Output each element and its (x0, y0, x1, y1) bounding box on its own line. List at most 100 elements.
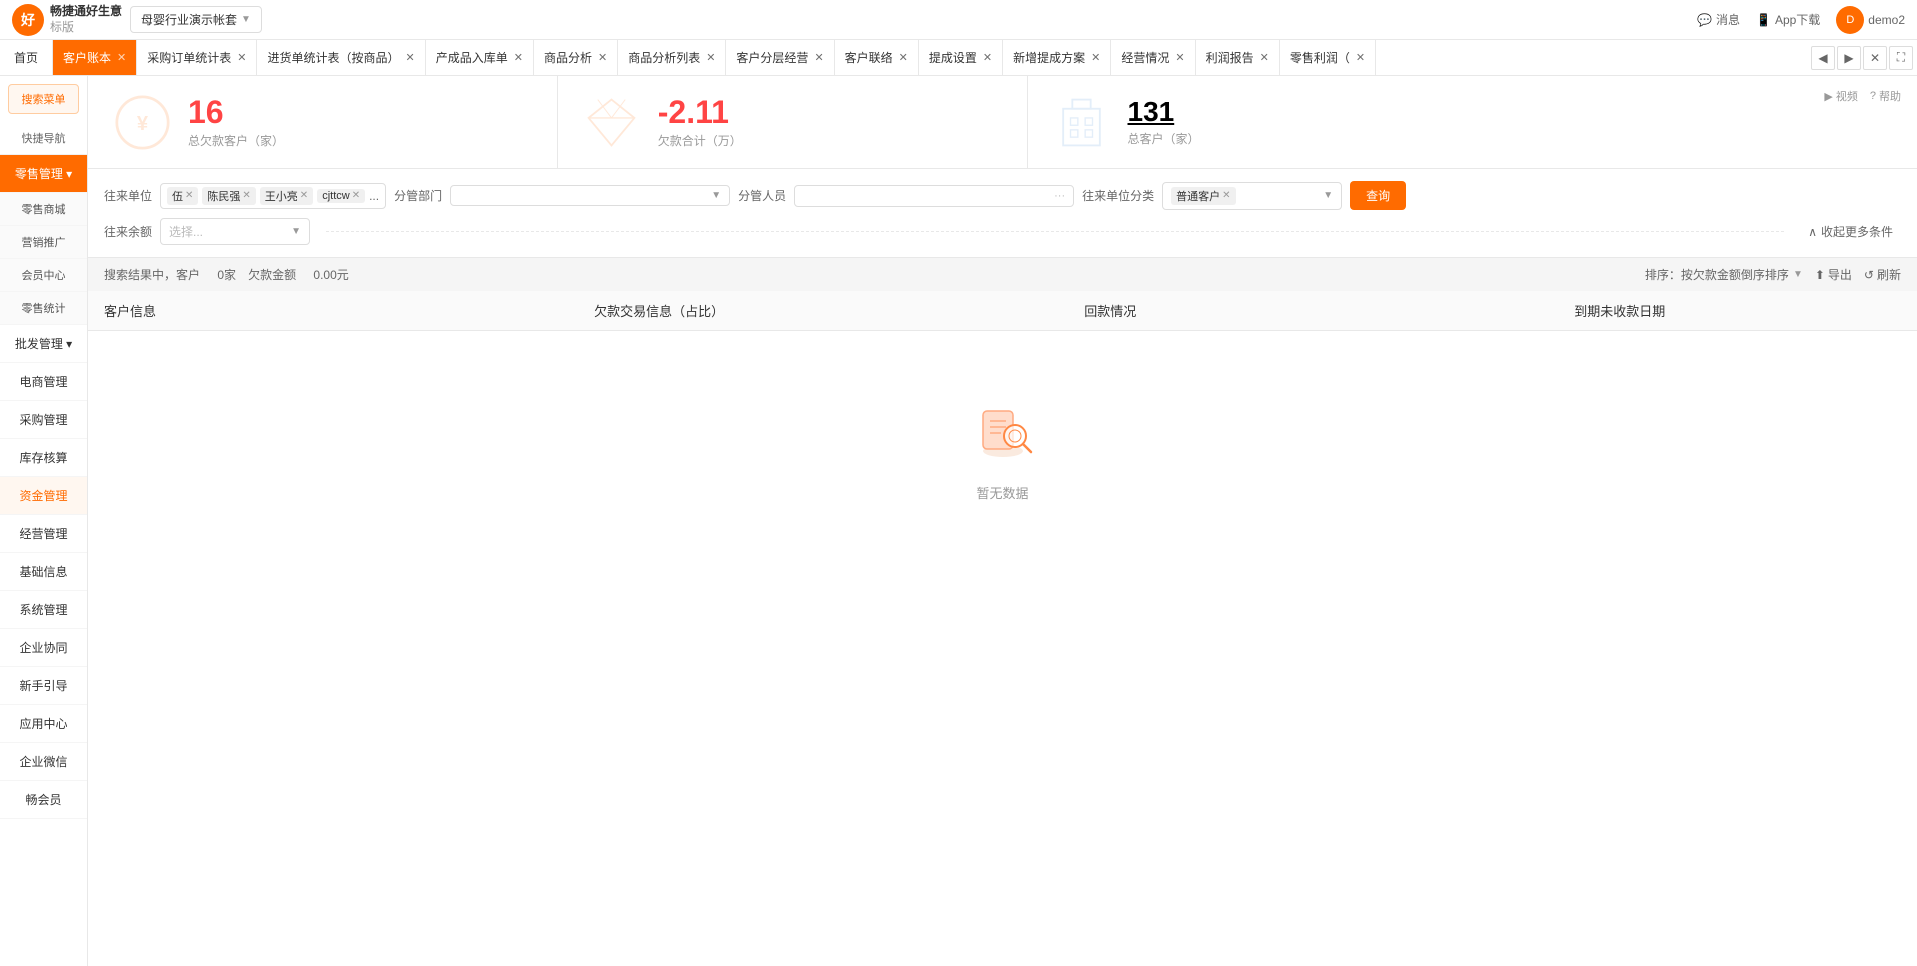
collapse-icon: ∧ (1808, 225, 1817, 239)
close-icon[interactable]: ✕ (1356, 51, 1365, 64)
stat-values-total: 131 总客户（家） (1128, 98, 1200, 147)
sort-select[interactable]: 排序：按欠款金额倒序排序 ▼ (1645, 266, 1803, 283)
unit-tags-input[interactable]: 伍 ✕ 陈民强 ✕ 王小亮 ✕ cjttcw ✕ ... (160, 183, 386, 209)
tab-customer-book[interactable]: 客户账本 ✕ (53, 40, 137, 76)
sidebar-item-app-center[interactable]: 应用中心 (0, 705, 87, 743)
sidebar-item-wholesale[interactable]: 批发管理 ▾ (0, 325, 87, 363)
tab-customer-contact[interactable]: 客户联络 ✕ (835, 40, 919, 76)
query-btn[interactable]: 查询 (1350, 181, 1406, 210)
sidebar-item-retail-mall[interactable]: 零售商城 (0, 193, 87, 226)
tab-improve-settings[interactable]: 提成设置 ✕ (919, 40, 1003, 76)
tab-cost-storage[interactable]: 产成品入库单 ✕ (426, 40, 534, 76)
stat-number-debt: -2.11 (658, 96, 742, 128)
search-menu-btn[interactable]: 搜索菜单 (8, 84, 79, 114)
tab-purchase-order[interactable]: 采购订单统计表 ✕ (137, 40, 257, 76)
export-btn[interactable]: ⬆ 导出 (1815, 266, 1852, 283)
nav-expand-btn[interactable]: ⛶ (1889, 46, 1913, 70)
app-download-btn[interactable]: 📱 App下载 (1756, 11, 1820, 28)
nav-next-btn[interactable]: ▶ (1837, 46, 1861, 70)
balance-chevron-icon: ▼ (291, 226, 301, 237)
sidebar-item-member-center[interactable]: 会员中心 (0, 259, 87, 292)
message-btn[interactable]: 💬 消息 (1697, 11, 1740, 28)
unit-balance-select[interactable]: 选择... ▼ (160, 218, 310, 245)
close-icon[interactable]: ✕ (237, 51, 246, 64)
sidebar-item-operations[interactable]: 经营管理 (0, 515, 87, 553)
tag-wang[interactable]: 王小亮 ✕ (260, 187, 313, 205)
help-btn[interactable]: ? 帮助 (1870, 88, 1901, 104)
close-icon[interactable]: ✕ (706, 51, 715, 64)
sidebar-item-inventory[interactable]: 库存核算 (0, 439, 87, 477)
video-icon: ▶ (1824, 90, 1832, 103)
stat-label-customers: 总欠款客户（家） (188, 132, 284, 149)
sidebar-search-area: 搜索菜单 (0, 76, 87, 122)
unit-class-tag-close[interactable]: ✕ (1222, 190, 1230, 201)
logo-icon: 好 (12, 4, 44, 36)
tag-chen[interactable]: 陈民强 ✕ (202, 187, 255, 205)
sidebar-item-finance[interactable]: 资金管理 (0, 477, 87, 515)
tag-close-cjttcw[interactable]: ✕ (352, 190, 360, 201)
app-icon: 📱 (1756, 13, 1771, 27)
tab-home[interactable]: 首页 (0, 40, 53, 76)
sidebar-item-sys-mgmt[interactable]: 系统管理 (0, 591, 87, 629)
store-selector[interactable]: 母婴行业演示帐套 ▼ (130, 6, 262, 33)
content-area: ¥ 16 总欠款客户（家） (88, 76, 1917, 966)
nav-prev-btn[interactable]: ◀ (1811, 46, 1835, 70)
unit-class-tag[interactable]: 普通客户 ✕ (1171, 187, 1235, 205)
tab-customer-layer[interactable]: 客户分层经营 ✕ (726, 40, 834, 76)
manager-select[interactable]: ··· (794, 185, 1074, 207)
col-header-payment: 回款情况 (1084, 301, 1574, 320)
sidebar-item-retail-stats[interactable]: 零售统计 (0, 292, 87, 325)
sidebar-item-enterprise-wechat[interactable]: 企业微信 (0, 743, 87, 781)
tag-wu[interactable]: 伍 ✕ (167, 187, 198, 205)
tag-cjttcw[interactable]: cjttcw ✕ (317, 189, 365, 203)
export-icon: ⬆ (1815, 268, 1825, 282)
more-tags-btn[interactable]: ... (369, 189, 379, 203)
tag-close-chen[interactable]: ✕ (242, 190, 250, 201)
sidebar-item-new-guide[interactable]: 新手引导 (0, 667, 87, 705)
refresh-btn[interactable]: ↺ 刷新 (1864, 266, 1901, 283)
unit-balance-label: 往来余额 (104, 223, 152, 240)
dept-select[interactable]: ▼ (450, 185, 730, 206)
user-menu[interactable]: D demo2 (1836, 6, 1905, 34)
close-icon[interactable]: ✕ (406, 51, 415, 64)
chevron-down-icon: ▼ (241, 14, 251, 25)
close-icon[interactable]: ✕ (117, 51, 126, 64)
tab-business-stats[interactable]: 经营情况 ✕ (1111, 40, 1195, 76)
tab-purchase-stats[interactable]: 进货单统计表（按商品） ✕ (257, 40, 425, 76)
close-icon[interactable]: ✕ (1260, 51, 1269, 64)
close-icon[interactable]: ✕ (899, 51, 908, 64)
unit-class-select[interactable]: 普通客户 ✕ ▼ (1162, 182, 1342, 210)
sidebar-item-vip-member[interactable]: 畅会员 (0, 781, 87, 819)
close-icon[interactable]: ✕ (514, 51, 523, 64)
close-icon[interactable]: ✕ (598, 51, 607, 64)
collapse-btn[interactable]: ∧ 收起更多条件 (1800, 219, 1901, 244)
tag-close-wang[interactable]: ✕ (300, 190, 308, 201)
tab-new-achievement[interactable]: 新增提成方案 ✕ (1003, 40, 1111, 76)
dept-chevron-icon: ▼ (711, 190, 721, 201)
close-icon[interactable]: ✕ (1175, 51, 1184, 64)
sidebar-item-ecommerce[interactable]: 电商管理 (0, 363, 87, 401)
close-icon[interactable]: ✕ (814, 51, 823, 64)
col-header-date: 到期未收款日期 (1574, 301, 1901, 320)
col-header-customer: 客户信息 (104, 301, 594, 320)
sidebar-item-marketing[interactable]: 营销推广 (0, 226, 87, 259)
video-help-btn[interactable]: ▶ 视频 (1824, 88, 1857, 104)
manager-more-icon: ··· (1054, 190, 1065, 202)
sort-chevron-icon: ▼ (1793, 269, 1803, 280)
sidebar-item-purchase[interactable]: 采购管理 (0, 401, 87, 439)
sidebar-item-enterprise-collab[interactable]: 企业协同 (0, 629, 87, 667)
sidebar-quick-nav[interactable]: 快捷导航 (0, 122, 87, 155)
logo-text: 畅捷通好生意 标版 (50, 4, 122, 35)
tab-retail-profit[interactable]: 零售利润（ ✕ (1280, 40, 1376, 76)
close-icon[interactable]: ✕ (983, 51, 992, 64)
close-icon[interactable]: ✕ (1091, 51, 1100, 64)
dept-label: 分管部门 (394, 187, 442, 204)
nav-controls: ◀ ▶ ✕ ⛶ (1811, 46, 1917, 70)
tab-product-analysis[interactable]: 商品分析 ✕ (534, 40, 618, 76)
nav-close-all-btn[interactable]: ✕ (1863, 46, 1887, 70)
sidebar-item-base-info[interactable]: 基础信息 (0, 553, 87, 591)
sidebar-item-retail-mgmt[interactable]: 零售管理 ▾ (0, 155, 87, 193)
tab-product-analysis-list[interactable]: 商品分析列表 ✕ (618, 40, 726, 76)
tab-profit-report[interactable]: 利润报告 ✕ (1196, 40, 1280, 76)
tag-close-wu[interactable]: ✕ (185, 190, 193, 201)
